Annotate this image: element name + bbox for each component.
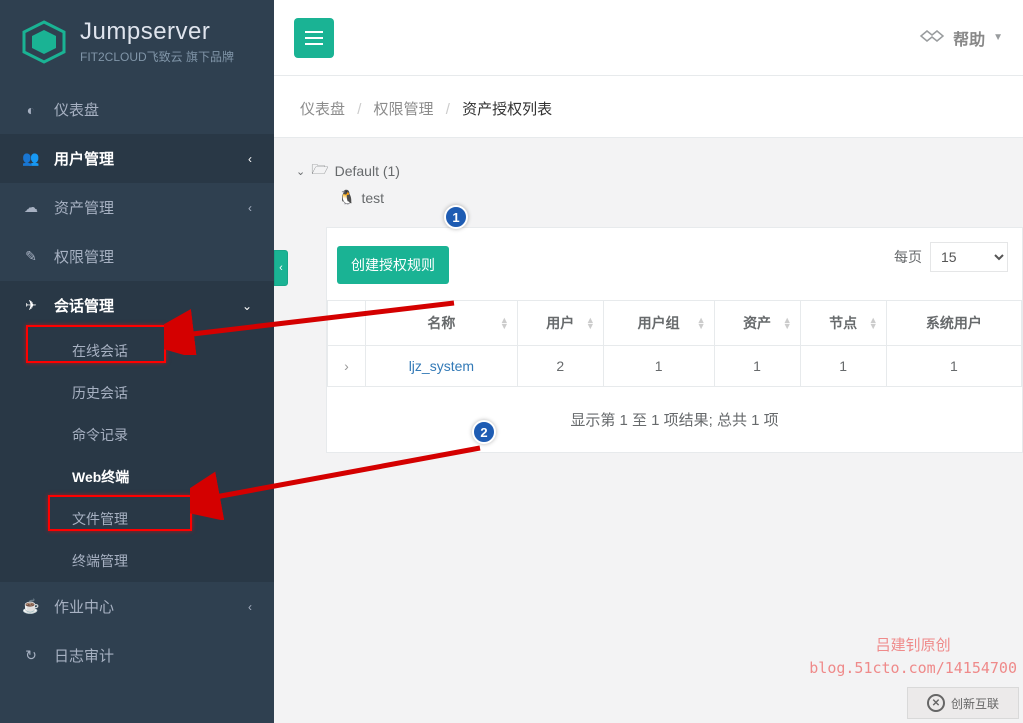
rocket-icon: ✈ [22, 297, 40, 314]
chevron-down-icon: ⌄ [242, 299, 252, 313]
annotation-badge-1: 1 [444, 205, 468, 229]
nav-perm-mgmt[interactable]: ✎ 权限管理 [0, 232, 274, 281]
list-panel: 创建授权规则 每页 15 名称▲▼ 用户▲▼ 用户组▲▼ 资产▲▼ [326, 227, 1023, 453]
breadcrumb-current: 资产授权列表 [462, 101, 552, 118]
perm-table: 名称▲▼ 用户▲▼ 用户组▲▼ 资产▲▼ 节点▲▼ 系统用户 › ljz_sys… [327, 300, 1022, 387]
tree-child[interactable]: 🐧 test [296, 186, 1023, 209]
col-asset[interactable]: 资产▲▼ [714, 301, 800, 346]
subnav-cmdlog[interactable]: 命令记录 [0, 414, 274, 456]
sort-icon: ▲▼ [869, 317, 878, 329]
watermark: 吕建钊原创 blog.51cto.com/14154700 [809, 634, 1017, 679]
tree-root[interactable]: ⌄ 🗁 Default (1) [296, 156, 1023, 186]
caret-down-icon: ▼ [993, 32, 1003, 43]
chevron-left-icon: ‹ [248, 201, 252, 215]
chevron-left-icon: ‹ [248, 600, 252, 614]
table-row: › ljz_system 2 1 1 1 1 [328, 346, 1022, 387]
sidebar-toggle-button[interactable] [294, 18, 334, 58]
col-expand [328, 301, 366, 346]
caret-down-icon: ⌄ [296, 165, 305, 178]
sidebar: Jumpserver FIT2CLOUD飞致云 旗下品牌 ◐ 仪表盘 👥 用户管… [0, 0, 274, 723]
subnav-filemgr[interactable]: 文件管理 [0, 498, 274, 540]
dashboard-icon: ◐ [22, 102, 40, 118]
col-usergroup[interactable]: 用户组▲▼ [603, 301, 714, 346]
subnav-webterm[interactable]: Web终端 [0, 456, 274, 498]
create-rule-button[interactable]: 创建授权规则 [337, 246, 449, 284]
edit-icon: ✎ [22, 248, 40, 265]
col-sysuser[interactable]: 系统用户 [886, 301, 1021, 346]
sort-icon: ▲▼ [586, 317, 595, 329]
breadcrumb-item[interactable]: 仪表盘 [300, 101, 345, 118]
logo-icon [20, 18, 68, 69]
breadcrumb-item[interactable]: 权限管理 [374, 101, 434, 118]
annotation-badge-2: 2 [472, 420, 496, 444]
chevron-left-icon: ‹ [248, 152, 252, 166]
logo-subtitle: FIT2CLOUD飞致云 旗下品牌 [80, 48, 234, 65]
main: 帮助 ▼ 仪表盘 / 权限管理 / 资产授权列表 ⌄ 🗁 Default (1)… [274, 0, 1023, 723]
tree-root-label: Default (1) [335, 163, 400, 179]
cell-node: 1 [800, 346, 886, 387]
topbar: 帮助 ▼ [274, 0, 1023, 76]
tree-child-label: test [361, 190, 384, 206]
brand-badge: ✕创新互联 [907, 687, 1019, 719]
session-submenu: 在线会话 历史会话 命令记录 Web终端 文件管理 终端管理 [0, 330, 274, 582]
asset-tree: ⌄ 🗁 Default (1) 🐧 test [292, 152, 1023, 227]
nav-session-mgmt[interactable]: ✈ 会话管理 ⌄ [0, 281, 274, 330]
cell-sysuser: 1 [886, 346, 1021, 387]
folder-open-icon: 🗁 [311, 159, 328, 183]
logo-area: Jumpserver FIT2CLOUD飞致云 旗下品牌 [0, 0, 274, 85]
perpage-label: 每页 [894, 247, 922, 267]
col-node[interactable]: 节点▲▼ [800, 301, 886, 346]
sort-icon: ▲▼ [500, 317, 509, 329]
help-label: 帮助 [953, 26, 985, 50]
row-name-link[interactable]: ljz_system [366, 346, 518, 387]
perpage-select[interactable]: 15 [930, 242, 1008, 272]
breadcrumb: 仪表盘 / 权限管理 / 资产授权列表 [274, 76, 1023, 138]
inbox-icon: ☁ [22, 199, 40, 216]
nav-asset-mgmt[interactable]: ☁ 资产管理 ‹ [0, 183, 274, 232]
row-expand-button[interactable]: › [328, 346, 366, 387]
users-icon: 👥 [22, 150, 40, 167]
nav-job-center[interactable]: ☕ 作业中心 ‹ [0, 582, 274, 631]
col-name[interactable]: 名称▲▼ [366, 301, 518, 346]
sort-icon: ▲▼ [783, 317, 792, 329]
handshake-icon [919, 27, 945, 48]
tree-collapse-handle[interactable]: ‹ [274, 250, 288, 286]
sort-icon: ▲▼ [697, 317, 706, 329]
linux-icon: 🐧 [338, 189, 355, 206]
table-footer-info: 显示第 1 至 1 项结果; 总共 1 项 [327, 387, 1022, 452]
subnav-history[interactable]: 历史会话 [0, 372, 274, 414]
subnav-termmgr[interactable]: 终端管理 [0, 540, 274, 582]
cell-usergroup: 1 [603, 346, 714, 387]
coffee-icon: ☕ [22, 598, 40, 615]
subnav-online[interactable]: 在线会话 [0, 330, 274, 372]
nav-dashboard[interactable]: ◐ 仪表盘 [0, 85, 274, 134]
nav-user-mgmt[interactable]: 👥 用户管理 ‹ [0, 134, 274, 183]
logo-title: Jumpserver [80, 18, 234, 46]
help-dropdown[interactable]: 帮助 ▼ [919, 26, 1003, 50]
col-user[interactable]: 用户▲▼ [517, 301, 603, 346]
cell-user: 2 [517, 346, 603, 387]
history-icon: ↻ [22, 647, 40, 664]
nav-audit[interactable]: ↻ 日志审计 [0, 631, 274, 680]
cell-asset: 1 [714, 346, 800, 387]
